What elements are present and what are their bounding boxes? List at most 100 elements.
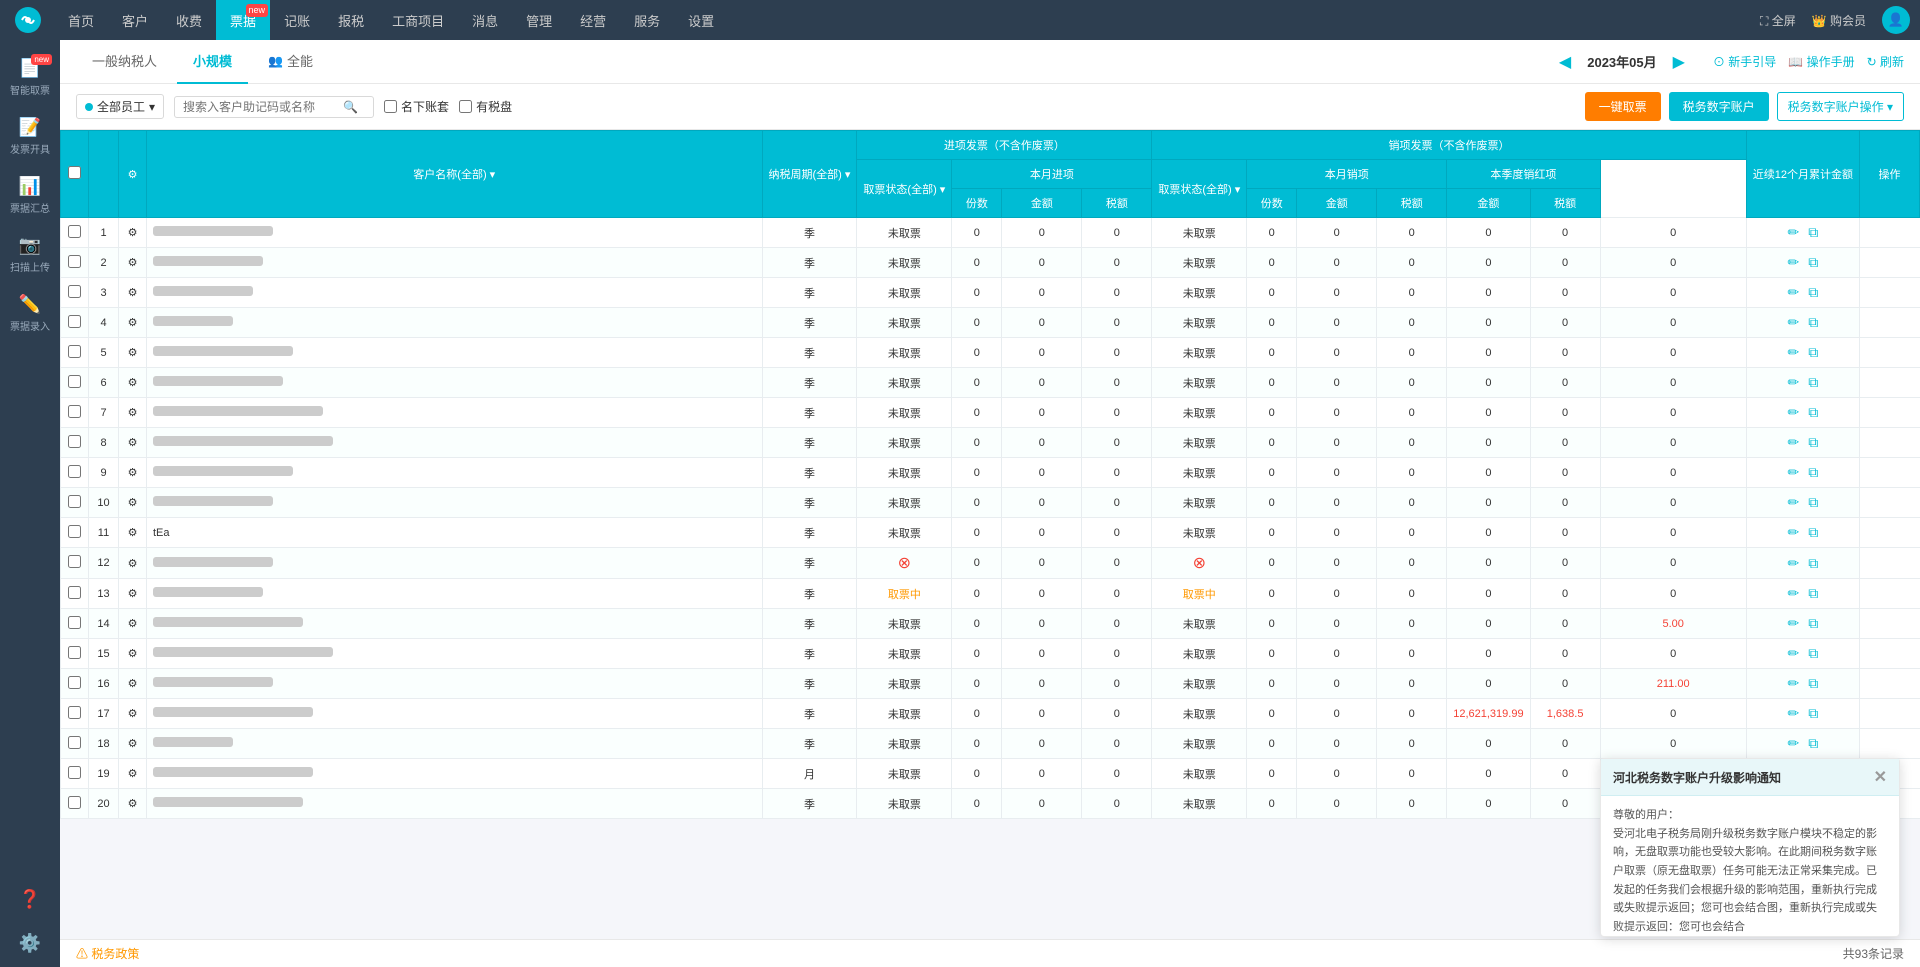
sidebar-item-scan-upload[interactable]: 📷 扫描上传: [0, 225, 60, 284]
nav-tax[interactable]: 报税: [324, 0, 378, 40]
nav-invoice[interactable]: 票据 new: [216, 0, 270, 40]
row-checkbox[interactable]: [68, 465, 81, 478]
tab-small-scale[interactable]: 小规模: [177, 40, 248, 84]
copy-btn[interactable]: ⧉: [1805, 674, 1821, 693]
row-gear[interactable]: ⚙: [119, 669, 147, 699]
edit-btn[interactable]: ✏: [1784, 343, 1802, 362]
row-gear[interactable]: ⚙: [119, 338, 147, 368]
row-checkbox[interactable]: [68, 766, 81, 779]
copy-btn[interactable]: ⧉: [1805, 343, 1821, 362]
nav-client[interactable]: 客户: [108, 0, 162, 40]
copy-btn[interactable]: ⧉: [1805, 463, 1821, 482]
row-gear[interactable]: ⚙: [119, 398, 147, 428]
edit-btn[interactable]: ✏: [1784, 644, 1802, 663]
row-checkbox[interactable]: [68, 375, 81, 388]
tax-digital-operation-btn[interactable]: 税务数字账户操作 ▾: [1777, 92, 1904, 121]
row-checkbox[interactable]: [68, 616, 81, 629]
row-checkbox[interactable]: [68, 646, 81, 659]
fullscreen-btn[interactable]: ⛶ 全屏: [1760, 12, 1796, 29]
row-gear[interactable]: ⚙: [119, 639, 147, 669]
filter-subledger[interactable]: 名下账套: [384, 98, 449, 115]
copy-btn[interactable]: ⧉: [1805, 704, 1821, 723]
row-gear[interactable]: ⚙: [119, 218, 147, 248]
sidebar-item-help[interactable]: ❓: [0, 879, 60, 923]
avatar[interactable]: 👤: [1882, 6, 1910, 34]
edit-btn[interactable]: ✏: [1784, 554, 1802, 573]
prev-period-btn[interactable]: ◀: [1555, 48, 1575, 76]
row-gear[interactable]: ⚙: [119, 458, 147, 488]
search-icon[interactable]: 🔍: [343, 100, 358, 114]
nav-message[interactable]: 消息: [458, 0, 512, 40]
nav-fee[interactable]: 收费: [162, 0, 216, 40]
sidebar-item-invoice-open[interactable]: 📝 发票开具: [0, 107, 60, 166]
copy-btn[interactable]: ⧉: [1805, 433, 1821, 452]
row-checkbox[interactable]: [68, 796, 81, 809]
copy-btn[interactable]: ⧉: [1805, 614, 1821, 633]
copy-btn[interactable]: ⧉: [1805, 493, 1821, 512]
row-checkbox[interactable]: [68, 555, 81, 568]
nav-settings[interactable]: 设置: [674, 0, 728, 40]
row-checkbox[interactable]: [68, 586, 81, 599]
edit-btn[interactable]: ✏: [1784, 704, 1802, 723]
copy-btn[interactable]: ⧉: [1805, 584, 1821, 603]
row-gear[interactable]: ⚙: [119, 729, 147, 759]
row-checkbox[interactable]: [68, 676, 81, 689]
edit-btn[interactable]: ✏: [1784, 223, 1802, 242]
copy-btn[interactable]: ⧉: [1805, 373, 1821, 392]
edit-btn[interactable]: ✏: [1784, 253, 1802, 272]
edit-btn[interactable]: ✏: [1784, 403, 1802, 422]
next-period-btn[interactable]: ▶: [1669, 48, 1689, 76]
select-all-checkbox[interactable]: [68, 166, 81, 179]
row-checkbox[interactable]: [68, 255, 81, 268]
notif-close-btn[interactable]: ✕: [1874, 767, 1887, 787]
row-checkbox[interactable]: [68, 345, 81, 358]
subledger-checkbox[interactable]: [384, 100, 397, 113]
row-checkbox[interactable]: [68, 495, 81, 508]
row-checkbox[interactable]: [68, 405, 81, 418]
tab-omnipotent[interactable]: 👥 全能: [252, 40, 329, 84]
sidebar-item-invoice-entry[interactable]: ✏️ 票据录入: [0, 284, 60, 343]
copy-btn[interactable]: ⧉: [1805, 523, 1821, 542]
row-gear[interactable]: ⚙: [119, 699, 147, 729]
row-gear[interactable]: ⚙: [119, 428, 147, 458]
row-gear[interactable]: ⚙: [119, 789, 147, 819]
copy-btn[interactable]: ⧉: [1805, 644, 1821, 663]
row-gear[interactable]: ⚙: [119, 548, 147, 579]
row-checkbox[interactable]: [68, 435, 81, 448]
nav-operation[interactable]: 经营: [566, 0, 620, 40]
edit-btn[interactable]: ✏: [1784, 463, 1802, 482]
tab-general-taxpayer[interactable]: 一般纳税人: [76, 40, 173, 84]
edit-btn[interactable]: ✏: [1784, 283, 1802, 302]
row-gear[interactable]: ⚙: [119, 759, 147, 789]
staff-filter[interactable]: 全部员工 ▾: [76, 94, 164, 119]
row-checkbox[interactable]: [68, 225, 81, 238]
edit-btn[interactable]: ✏: [1784, 734, 1802, 753]
manual-btn[interactable]: 📖 操作手册: [1788, 53, 1854, 70]
nav-bookkeeping[interactable]: 记账: [270, 0, 324, 40]
nav-manage[interactable]: 管理: [512, 0, 566, 40]
edit-btn[interactable]: ✏: [1784, 313, 1802, 332]
row-gear[interactable]: ⚙: [119, 278, 147, 308]
edit-btn[interactable]: ✏: [1784, 523, 1802, 542]
row-checkbox[interactable]: [68, 285, 81, 298]
row-gear[interactable]: ⚙: [119, 308, 147, 338]
member-btn[interactable]: 👑 购会员: [1812, 12, 1866, 29]
copy-btn[interactable]: ⧉: [1805, 313, 1821, 332]
edit-btn[interactable]: ✏: [1784, 493, 1802, 512]
copy-btn[interactable]: ⧉: [1805, 734, 1821, 753]
tax-digital-account-btn[interactable]: 税务数字账户: [1669, 92, 1769, 121]
row-gear[interactable]: ⚙: [119, 609, 147, 639]
sidebar-item-smart-ticket[interactable]: 📄 new 智能取票: [0, 48, 60, 107]
nav-business[interactable]: 工商项目: [378, 0, 458, 40]
one-click-fetch-btn[interactable]: 一键取票: [1585, 92, 1661, 121]
copy-btn[interactable]: ⧉: [1805, 403, 1821, 422]
edit-btn[interactable]: ✏: [1784, 373, 1802, 392]
row-checkbox[interactable]: [68, 525, 81, 538]
row-checkbox[interactable]: [68, 736, 81, 749]
edit-btn[interactable]: ✏: [1784, 584, 1802, 603]
row-gear[interactable]: ⚙: [119, 518, 147, 548]
copy-btn[interactable]: ⧉: [1805, 223, 1821, 242]
new-guide-btn[interactable]: ⊙ 新手引导: [1713, 53, 1776, 70]
copy-btn[interactable]: ⧉: [1805, 283, 1821, 302]
filter-taxbox[interactable]: 有税盘: [459, 98, 512, 115]
